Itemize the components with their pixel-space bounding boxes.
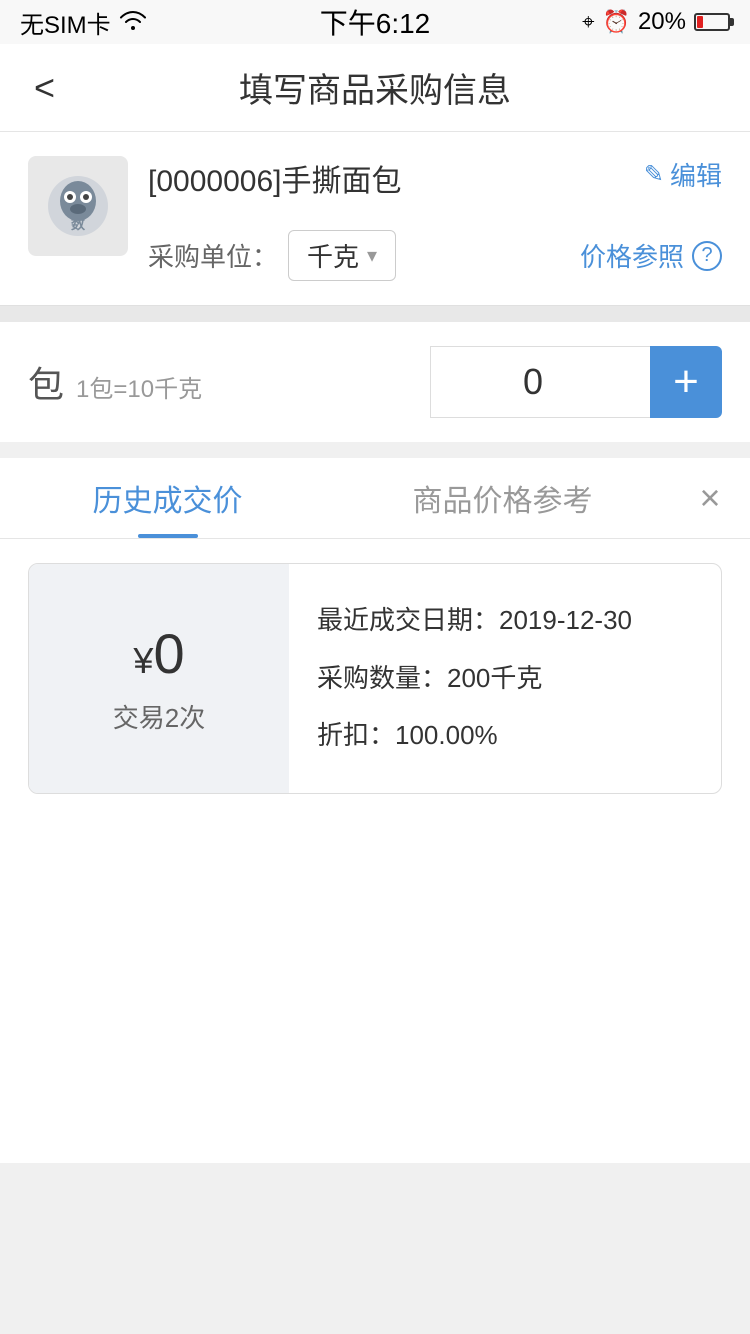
recent-date-label: 最近成交日期： (317, 605, 499, 635)
quantity-unit: 包 (28, 356, 64, 408)
trade-count: 交易2次 (113, 698, 205, 735)
tab-product-label: 商品价格参考 (413, 476, 593, 520)
dropdown-arrow-icon: ▾ (367, 243, 377, 268)
price-reference-button[interactable]: 价格参照 ? (580, 237, 722, 274)
carrier-text: 无SIM卡 (20, 5, 111, 40)
unit-value: 千克 (307, 237, 359, 274)
battery-fill (697, 16, 703, 28)
unit-dropdown[interactable]: 千克 ▾ (288, 230, 396, 281)
recent-date-value: 2019-12-30 (499, 605, 632, 635)
close-icon: × (699, 477, 720, 519)
product-section: 数 [0000006]手撕面包 ✎ 编辑 采购单位： 千克 ▾ (0, 132, 750, 306)
tab-history-price[interactable]: 历史成交价 (0, 458, 335, 538)
edit-icon: ✎ (644, 160, 664, 189)
quantity-plus-button[interactable]: + (650, 346, 722, 418)
location-icon: ⌖ (582, 9, 594, 35)
purchase-qty-row: 采购数量：200千克 (317, 658, 693, 700)
product-unit-row: 采购单位： 千克 ▾ 价格参照 ? (148, 230, 722, 281)
status-time: 下午6:12 (320, 2, 431, 42)
product-info: [0000006]手撕面包 ✎ 编辑 采购单位： 千克 ▾ 价格参照 (148, 156, 722, 281)
quantity-conversion: 1包=10千克 (76, 369, 202, 404)
purchase-qty-value: 200千克 (447, 663, 542, 693)
tab-close-button[interactable]: × (670, 458, 750, 538)
status-right: ⌖ ⏰ 20% (582, 8, 730, 36)
main-content: ¥0 交易2次 最近成交日期：2019-12-30 采购数量：200千克 折扣：… (0, 563, 750, 1163)
purchase-qty-label: 采购数量： (317, 663, 447, 693)
nav-bar: < 填写商品采购信息 (0, 44, 750, 132)
back-button[interactable]: < (24, 57, 65, 119)
unit-left: 采购单位： 千克 ▾ (148, 230, 396, 281)
battery-percent: 20% (638, 8, 686, 36)
alarm-icon: ⏰ (603, 9, 630, 35)
discount-label: 折扣： (317, 720, 395, 750)
edit-button[interactable]: ✎ 编辑 (644, 156, 722, 193)
wifi-icon (119, 7, 147, 38)
product-name: [0000006]手撕面包 (148, 156, 644, 200)
product-thumbnail: 数 (28, 156, 128, 256)
product-header: 数 [0000006]手撕面包 ✎ 编辑 采购单位： 千克 ▾ (28, 156, 722, 281)
gray-divider (0, 306, 750, 322)
help-icon: ? (692, 241, 722, 271)
history-price: ¥0 (133, 621, 184, 686)
page-title: 填写商品采购信息 (239, 63, 511, 112)
product-logo: 数 (43, 171, 113, 241)
discount-row: 折扣：100.00% (317, 715, 693, 757)
battery-icon (694, 13, 730, 31)
history-card: ¥0 交易2次 最近成交日期：2019-12-30 采购数量：200千克 折扣：… (28, 563, 722, 794)
quantity-section: 包 1包=10千克 + (0, 322, 750, 442)
quantity-label-block: 包 1包=10千克 (28, 356, 202, 408)
tab-history-label: 历史成交价 (93, 476, 243, 520)
product-title-row: [0000006]手撕面包 ✎ 编辑 (148, 156, 722, 200)
edit-label: 编辑 (670, 156, 722, 193)
price-ref-label: 价格参照 (580, 237, 684, 274)
quantity-input[interactable] (430, 346, 650, 418)
history-right: 最近成交日期：2019-12-30 采购数量：200千克 折扣：100.00% (289, 564, 721, 793)
discount-value: 100.00% (395, 720, 498, 750)
recent-date-row: 最近成交日期：2019-12-30 (317, 600, 693, 642)
status-left: 无SIM卡 (20, 5, 147, 40)
help-icon-text: ? (701, 244, 712, 267)
svg-text:数: 数 (71, 216, 86, 232)
history-left: ¥0 交易2次 (29, 564, 289, 793)
tab-product-price[interactable]: 商品价格参考 (335, 458, 670, 538)
price-value: 0 (153, 622, 184, 685)
yen-symbol: ¥ (133, 640, 153, 681)
tab-bar: 历史成交价 商品价格参考 × (0, 458, 750, 539)
unit-label: 采购单位： (148, 237, 278, 274)
tab-section: 历史成交价 商品价格参考 × ¥0 交易2次 最近成交日期：2019-12-30 (0, 458, 750, 1163)
quantity-input-block: + (430, 346, 722, 418)
status-bar: 无SIM卡 下午6:12 ⌖ ⏰ 20% (0, 0, 750, 44)
